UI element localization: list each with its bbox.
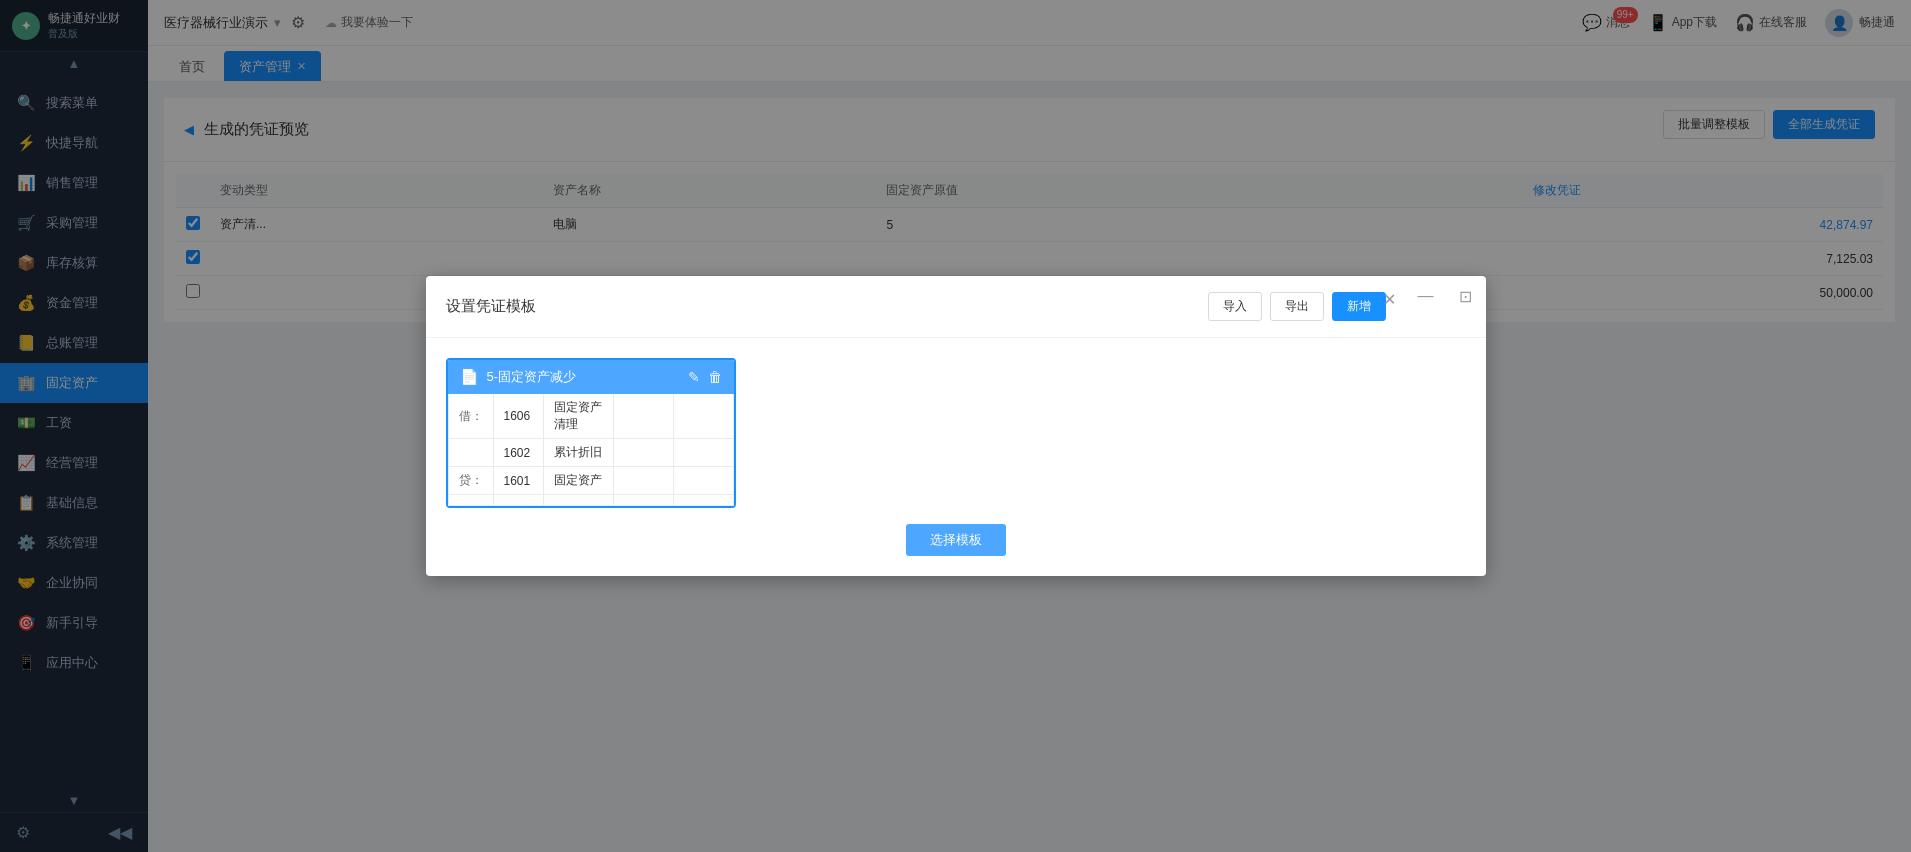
- account-name: [543, 495, 613, 506]
- modal-header: 设置凭证模板 导入 导出 新增: [426, 276, 1486, 338]
- col3: [613, 467, 673, 495]
- side-label: [448, 495, 493, 506]
- template-doc-icon: 📄: [460, 368, 479, 386]
- account-code: 1602: [493, 439, 543, 467]
- template-card-body: 借： 1606 固定资产清理 1602 累计折旧: [448, 394, 734, 506]
- import-btn[interactable]: 导入: [1208, 292, 1262, 321]
- select-template-btn[interactable]: 选择模板: [906, 524, 1006, 556]
- col3: [613, 495, 673, 506]
- template-delete-btn[interactable]: 🗑: [708, 369, 722, 385]
- col4: [673, 394, 733, 439]
- col4: [673, 439, 733, 467]
- col4: [673, 467, 733, 495]
- modal: — ⊡ 设置凭证模板 导入 导出 新增 ✕ 📄 5-固定资产减少: [426, 276, 1486, 576]
- new-btn[interactable]: 新增: [1332, 292, 1386, 321]
- modal-overlay: — ⊡ 设置凭证模板 导入 导出 新增 ✕ 📄 5-固定资产减少: [0, 0, 1911, 852]
- account-code: 1606: [493, 394, 543, 439]
- modal-body: 📄 5-固定资产减少 ✎ 🗑 借： 1606 固定资产清理: [426, 338, 1486, 576]
- template-card-title: 📄 5-固定资产减少: [460, 368, 577, 386]
- template-row: [448, 495, 733, 506]
- template-detail-table: 借： 1606 固定资产清理 1602 累计折旧: [448, 394, 734, 506]
- window-controls: — ⊡: [1406, 276, 1486, 316]
- modal-title: 设置凭证模板: [446, 297, 536, 316]
- window-maximize-btn[interactable]: ⊡: [1446, 276, 1486, 316]
- template-row: 借： 1606 固定资产清理: [448, 394, 733, 439]
- account-name: 固定资产清理: [543, 394, 613, 439]
- account-name: 累计折旧: [543, 439, 613, 467]
- template-card: 📄 5-固定资产减少 ✎ 🗑 借： 1606 固定资产清理: [446, 358, 736, 508]
- side-label: [448, 439, 493, 467]
- account-code: [493, 495, 543, 506]
- side-label: 贷：: [448, 467, 493, 495]
- export-btn[interactable]: 导出: [1270, 292, 1324, 321]
- modal-close-btn[interactable]: ✕: [1383, 290, 1396, 309]
- window-minimize-btn[interactable]: —: [1406, 276, 1446, 316]
- col3: [613, 439, 673, 467]
- account-code: 1601: [493, 467, 543, 495]
- col3: [613, 394, 673, 439]
- template-card-header: 📄 5-固定资产减少 ✎ 🗑: [448, 360, 734, 394]
- col4: [673, 495, 733, 506]
- account-name: 固定资产: [543, 467, 613, 495]
- template-row: 1602 累计折旧: [448, 439, 733, 467]
- template-edit-btn[interactable]: ✎: [688, 369, 700, 385]
- template-row: 贷： 1601 固定资产: [448, 467, 733, 495]
- modal-toolbar: 导入 导出 新增: [1208, 292, 1386, 321]
- side-label: 借：: [448, 394, 493, 439]
- template-card-actions: ✎ 🗑: [688, 369, 722, 385]
